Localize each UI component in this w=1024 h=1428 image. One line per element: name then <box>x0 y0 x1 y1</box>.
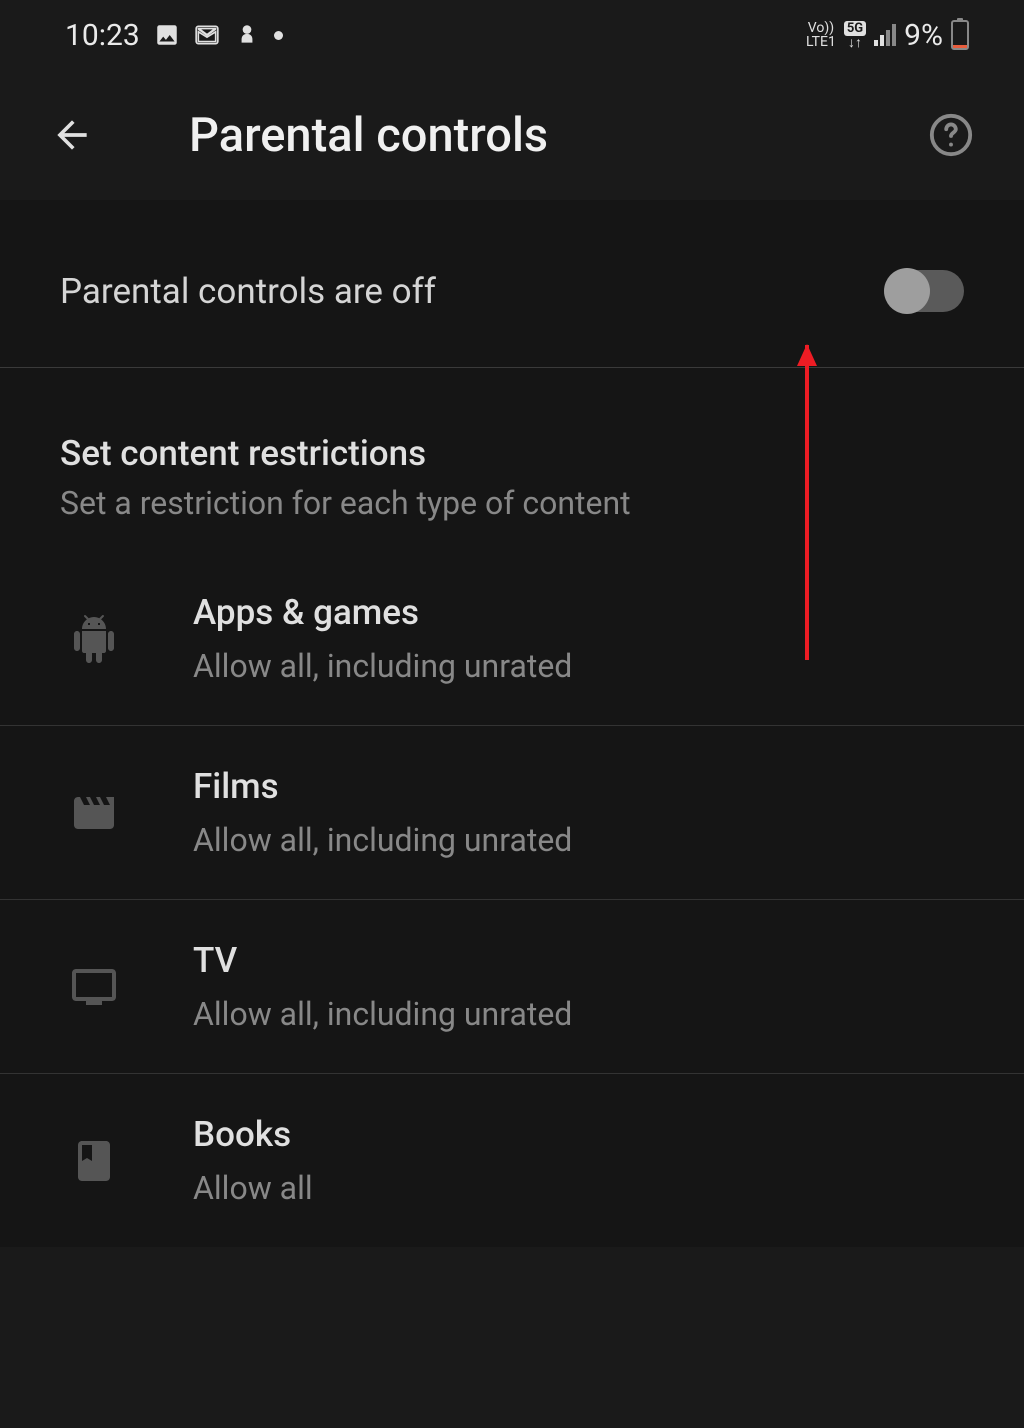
help-icon[interactable] <box>928 112 974 158</box>
item-title: Books <box>193 1114 313 1155</box>
list-text: TV Allow all, including unrated <box>193 940 572 1033</box>
volte-indicator: Vo)) LTE1 <box>806 21 836 49</box>
section-title: Set content restrictions <box>60 433 964 474</box>
signal-icon <box>874 24 896 46</box>
app-bar: Parental controls <box>0 70 1024 200</box>
status-bar: 10:23 Vo)) LTE1 5G ↓↑ 9% <box>0 0 1024 70</box>
restriction-item-tv[interactable]: TV Allow all, including unrated <box>0 900 1024 1074</box>
notification-dot-icon <box>274 31 283 40</box>
item-subtitle: Allow all, including unrated <box>193 647 572 685</box>
item-title: TV <box>193 940 572 981</box>
book-icon <box>70 1137 118 1185</box>
page-title: Parental controls <box>189 108 928 163</box>
content-area: Parental controls are off Set content re… <box>0 200 1024 1247</box>
item-subtitle: Allow all, including unrated <box>193 821 572 859</box>
data-arrows-icon: ↓↑ <box>848 36 862 50</box>
item-subtitle: Allow all, including unrated <box>193 995 572 1033</box>
status-time: 10:23 <box>65 18 140 53</box>
android-icon <box>70 615 118 663</box>
toggle-label: Parental controls are off <box>60 271 436 312</box>
section-header: Set content restrictions Set a restricti… <box>0 368 1024 552</box>
tv-icon <box>70 963 118 1011</box>
section-subtitle: Set a restriction for each type of conte… <box>60 484 964 522</box>
restriction-item-films[interactable]: Films Allow all, including unrated <box>0 726 1024 900</box>
annotation-arrow-head <box>797 344 817 366</box>
list-text: Apps & games Allow all, including unrate… <box>193 592 572 685</box>
image-icon <box>154 22 180 48</box>
gmail-icon <box>194 22 220 48</box>
network-5g-indicator: 5G ↓↑ <box>844 21 866 50</box>
status-left: 10:23 <box>65 18 283 53</box>
restriction-item-books[interactable]: Books Allow all <box>0 1074 1024 1247</box>
list-text: Films Allow all, including unrated <box>193 766 572 859</box>
toggle-knob <box>884 268 930 314</box>
item-title: Apps & games <box>193 592 572 633</box>
battery-percent: 9% <box>904 18 943 53</box>
parental-controls-toggle-row[interactable]: Parental controls are off <box>0 200 1024 368</box>
toggle-switch[interactable] <box>886 270 964 312</box>
item-title: Films <box>193 766 572 807</box>
annotation-arrow <box>805 345 809 660</box>
item-subtitle: Allow all <box>193 1169 313 1207</box>
status-right: Vo)) LTE1 5G ↓↑ 9% <box>806 18 969 53</box>
film-icon <box>70 789 118 837</box>
back-arrow-icon[interactable] <box>50 113 94 157</box>
list-text: Books Allow all <box>193 1114 313 1207</box>
restriction-item-apps[interactable]: Apps & games Allow all, including unrate… <box>0 552 1024 726</box>
battery-icon <box>951 20 969 50</box>
app-notification-icon <box>234 22 260 48</box>
